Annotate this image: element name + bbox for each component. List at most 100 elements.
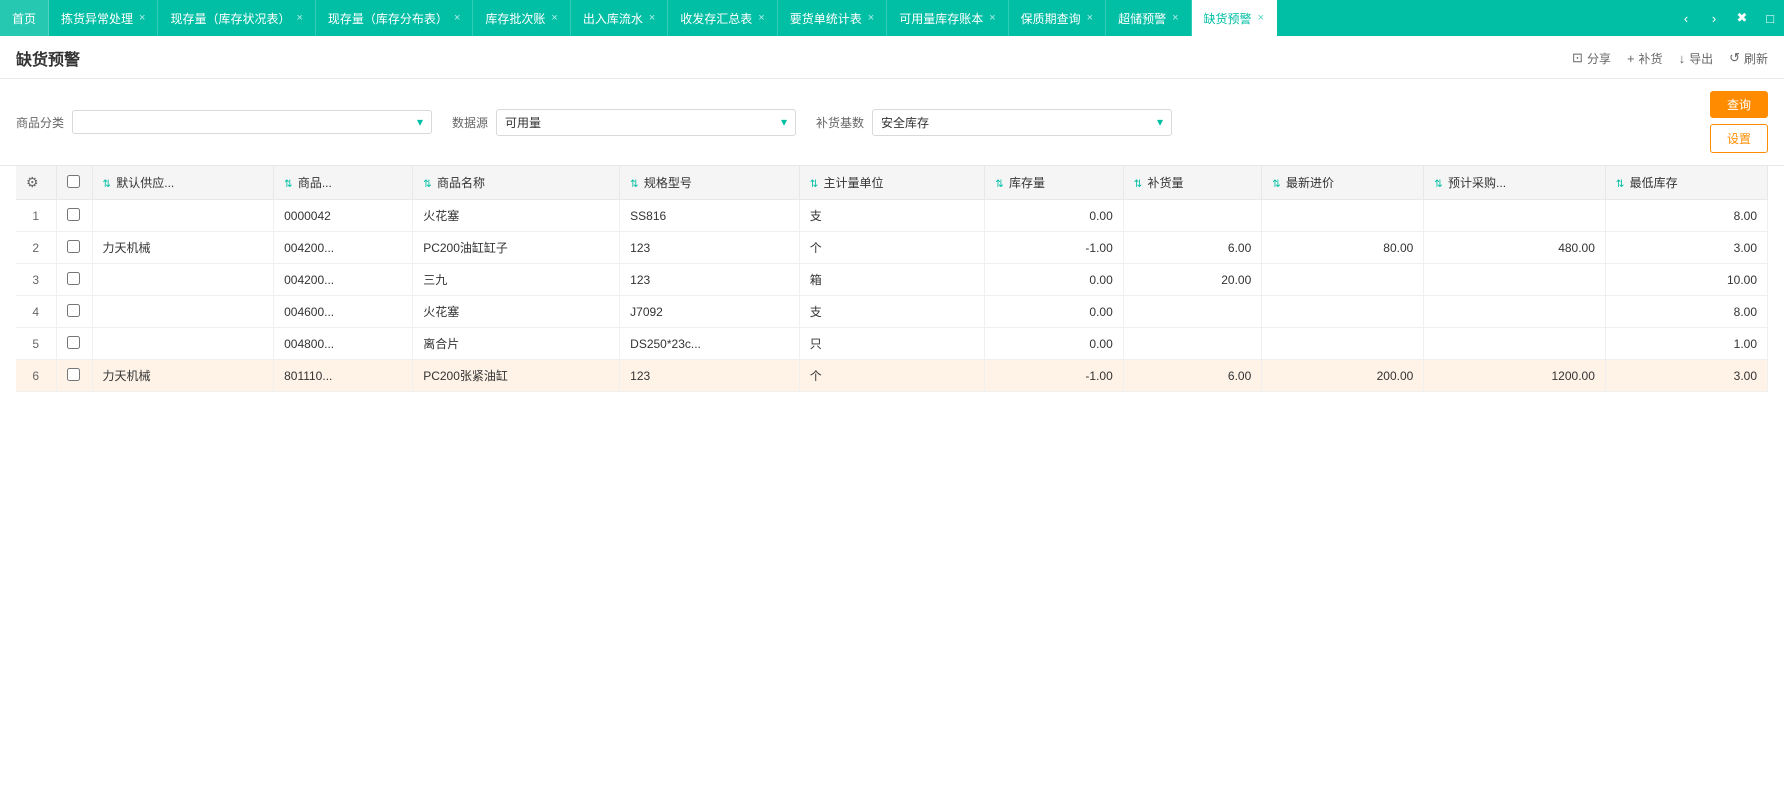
spec-sort-icon: ⇅ xyxy=(630,179,638,190)
tab-nav-prev[interactable]: ‹ xyxy=(1672,0,1700,36)
setting-button[interactable]: 设置 xyxy=(1710,124,1768,153)
replenish-cell-1: 6.00 xyxy=(1123,232,1262,264)
tab-item-1[interactable]: 拣货异常处理× xyxy=(49,0,158,36)
latest-price-cell-0 xyxy=(1262,200,1424,232)
tab-label-9: 保质期查询 xyxy=(1021,10,1081,27)
tab-close-8[interactable]: × xyxy=(989,12,995,24)
tab-item-6[interactable]: 收发存汇总表× xyxy=(668,0,777,36)
tab-item-9[interactable]: 保质期查询 × xyxy=(1009,0,1106,36)
est-purchase-cell-5: 1200.00 xyxy=(1424,360,1606,392)
select-all-checkbox[interactable] xyxy=(67,175,80,188)
export-button[interactable]: ↓ 导出 xyxy=(1679,50,1714,67)
tab-maximize[interactable]: □ xyxy=(1756,0,1784,36)
tab-close-4[interactable]: × xyxy=(551,12,557,24)
goods-code-cell-4: 004800... xyxy=(274,328,413,360)
row-num-2: 3 xyxy=(16,264,56,296)
datasource-select[interactable]: 可用量 ▾ xyxy=(496,109,796,136)
tab-label-2: 现存量（库存状况表） xyxy=(170,10,290,27)
replenish-base-label: 补货基数 xyxy=(816,114,864,131)
tab-item-5[interactable]: 出入库流水 × xyxy=(571,0,668,36)
goods-code-cell-1: 004200... xyxy=(274,232,413,264)
table-row: 10000042火花塞SS816支0.008.00 xyxy=(16,200,1768,232)
replenish-cell-2: 20.00 xyxy=(1123,264,1262,296)
row-checkbox-0[interactable] xyxy=(67,208,80,221)
goods-name-cell-5: PC200张紧油缸 xyxy=(413,360,620,392)
col-goods-code: ⇅ 商品... xyxy=(274,166,413,200)
col-check xyxy=(56,166,92,200)
tab-item-10[interactable]: 超储预警 × xyxy=(1106,0,1191,36)
tab-close-2[interactable]: × xyxy=(296,12,302,24)
tab-item-2[interactable]: 现存量（库存状况表） × xyxy=(158,0,315,36)
tab-label-8: 可用量库存账本 xyxy=(899,10,983,27)
goods-name-cell-4: 离合片 xyxy=(413,328,620,360)
row-checkbox-3[interactable] xyxy=(67,304,80,317)
stock-cell-4: 0.00 xyxy=(985,328,1124,360)
tab-label-4: 库存批次账 xyxy=(485,10,545,27)
unit-cell-0: 支 xyxy=(799,200,985,232)
table-body: 10000042火花塞SS816支0.008.002力天机械004200...P… xyxy=(16,200,1768,392)
filter-group-replenish: 补货基数 安全库存 ▾ xyxy=(816,109,1172,136)
refresh-button[interactable]: ↺ 刷新 xyxy=(1729,50,1768,67)
row-check-4 xyxy=(56,328,92,360)
tab-close-10[interactable]: × xyxy=(1172,12,1178,24)
replenish-button[interactable]: + 补货 xyxy=(1627,50,1663,67)
replenish-cell-5: 6.00 xyxy=(1123,360,1262,392)
tab-close-7[interactable]: × xyxy=(868,12,874,24)
stock-sort-icon: ⇅ xyxy=(995,179,1003,190)
tab-item-8[interactable]: 可用量库存账本 × xyxy=(887,0,1008,36)
row-check-2 xyxy=(56,264,92,296)
tab-label-10: 超储预警 xyxy=(1118,10,1166,27)
row-num-0: 1 xyxy=(16,200,56,232)
stock-cell-3: 0.00 xyxy=(985,296,1124,328)
tab-close-9[interactable]: × xyxy=(1087,12,1093,24)
tab-item-0[interactable]: 首页 xyxy=(0,0,49,36)
tab-item-4[interactable]: 库存批次账 × xyxy=(473,0,570,36)
tab-close-all[interactable]: ✖ xyxy=(1728,0,1756,36)
tab-label-3: 现存量（库存分布表） xyxy=(328,10,448,27)
tab-close-3[interactable]: × xyxy=(454,12,460,24)
supplier-sort-icon: ⇅ xyxy=(103,179,111,190)
table-row: 5004800...离合片DS250*23c...只0.001.00 xyxy=(16,328,1768,360)
spec-cell-4: DS250*23c... xyxy=(620,328,800,360)
tab-close-11[interactable]: × xyxy=(1258,12,1264,24)
unit-cell-2: 箱 xyxy=(799,264,985,296)
query-button[interactable]: 查询 xyxy=(1710,91,1768,118)
table-container: ⚙ ⇅ 默认供应... ⇅ 商品... ⇅ 商品名称 xyxy=(0,166,1784,392)
main-content: 缺货预警 ⊡ 分享 + 补货 ↓ 导出 ↺ 刷新 商品分类 xyxy=(0,36,1784,796)
tab-item-11[interactable]: 缺货预警× xyxy=(1192,0,1277,36)
share-button[interactable]: ⊡ 分享 xyxy=(1572,50,1611,67)
table-row: 2力天机械004200...PC200油缸缸子123个-1.006.0080.0… xyxy=(16,232,1768,264)
tab-label-5: 出入库流水 xyxy=(583,10,643,27)
supplier-cell-1: 力天机械 xyxy=(92,232,274,264)
settings-gear-icon[interactable]: ⚙ xyxy=(26,174,39,190)
category-select[interactable]: ▾ xyxy=(72,110,432,134)
row-checkbox-5[interactable] xyxy=(67,368,80,381)
row-checkbox-1[interactable] xyxy=(67,240,80,253)
unit-cell-5: 个 xyxy=(799,360,985,392)
replenish-select[interactable]: 安全库存 ▾ xyxy=(872,109,1172,136)
tab-close-6[interactable]: × xyxy=(758,12,764,24)
col-min-stock-label: 最低库存 xyxy=(1630,176,1678,190)
tab-close-5[interactable]: × xyxy=(649,12,655,24)
supplier-cell-0 xyxy=(92,200,274,232)
row-checkbox-4[interactable] xyxy=(67,336,80,349)
tab-item-3[interactable]: 现存量（库存分布表） × xyxy=(316,0,473,36)
stock-cell-0: 0.00 xyxy=(985,200,1124,232)
spec-cell-3: J7092 xyxy=(620,296,800,328)
tab-close-1[interactable]: × xyxy=(139,12,145,24)
col-est-purchase: ⇅ 预计采购... xyxy=(1424,166,1606,200)
latest-price-cell-1: 80.00 xyxy=(1262,232,1424,264)
col-unit-label: 主计量单位 xyxy=(823,176,883,190)
goods-name-cell-1: PC200油缸缸子 xyxy=(413,232,620,264)
goods-name-cell-3: 火花塞 xyxy=(413,296,620,328)
goods-code-sort-icon: ⇅ xyxy=(284,179,292,190)
col-min-stock: ⇅ 最低库存 xyxy=(1605,166,1767,200)
latest-price-cell-4 xyxy=(1262,328,1424,360)
tab-nav-next[interactable]: › xyxy=(1700,0,1728,36)
unit-cell-4: 只 xyxy=(799,328,985,360)
col-supplier-label: 默认供应... xyxy=(116,176,174,190)
tab-item-7[interactable]: 要货单统计表× xyxy=(778,0,887,36)
replenish-cell-3 xyxy=(1123,296,1262,328)
col-stock-label: 库存量 xyxy=(1009,176,1045,190)
row-checkbox-2[interactable] xyxy=(67,272,80,285)
